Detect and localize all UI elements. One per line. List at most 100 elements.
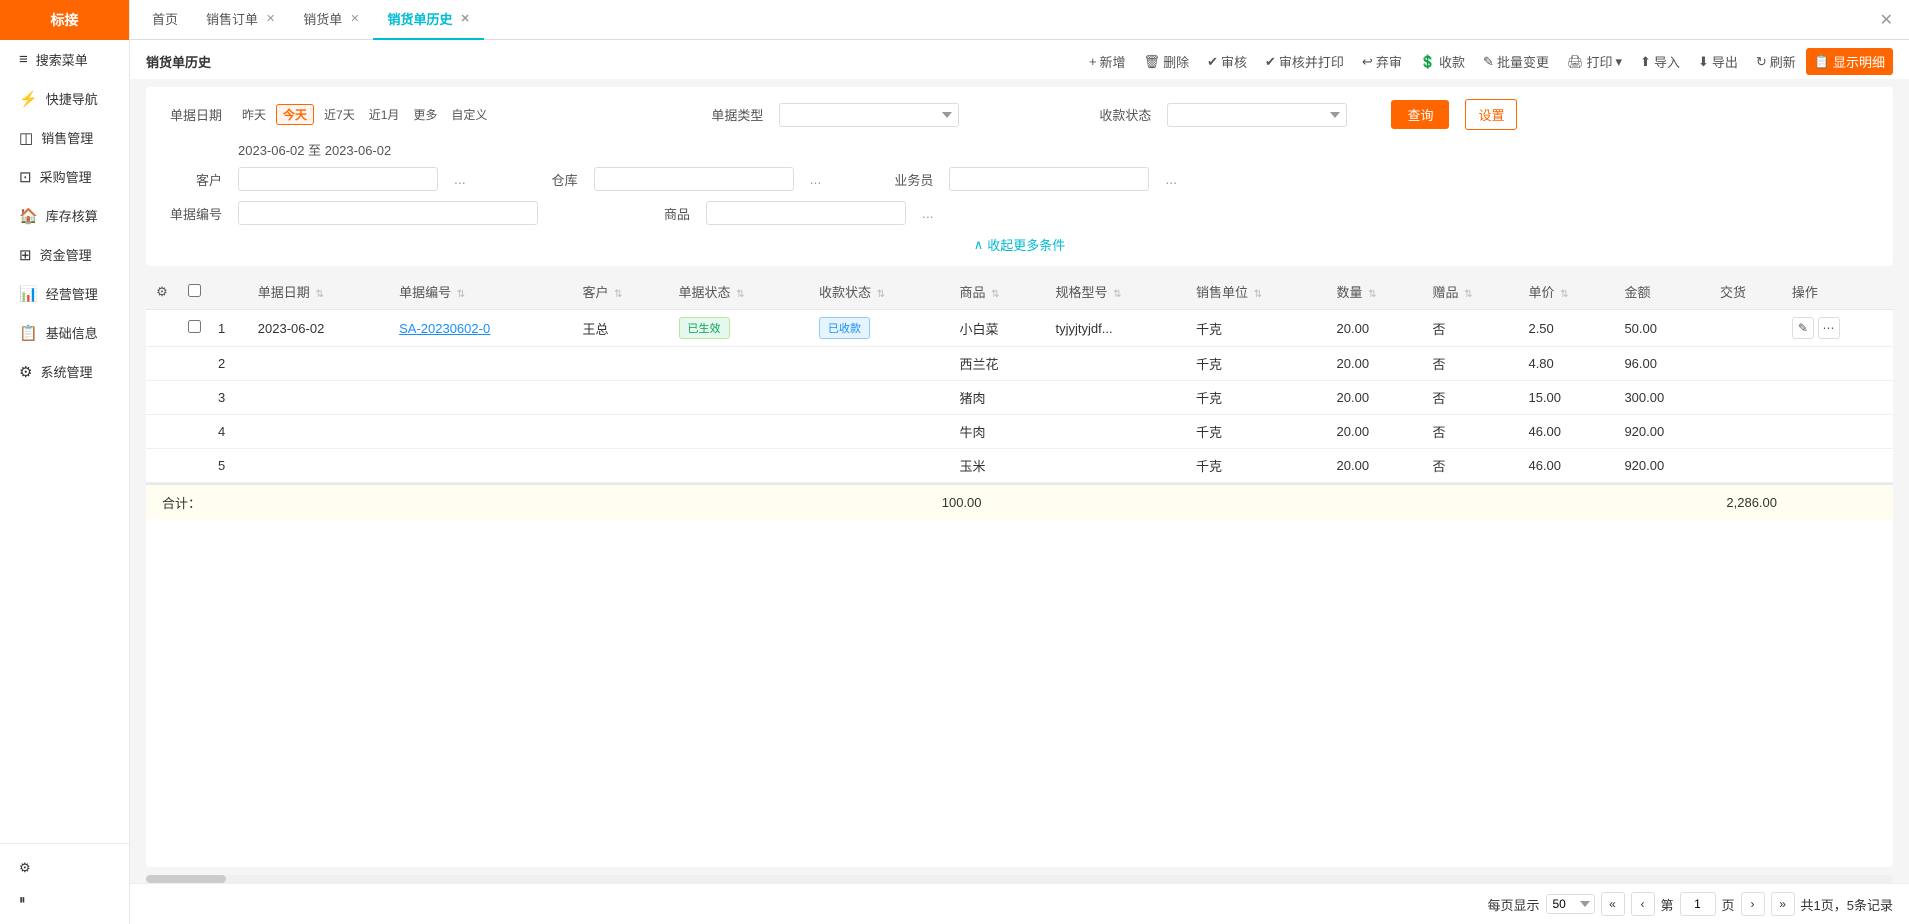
first-page-btn[interactable]: « xyxy=(1601,892,1625,916)
audit-print-button[interactable]: ✔ 审核并打印 xyxy=(1257,48,1352,75)
date-btn-last1m[interactable]: 近1月 xyxy=(365,104,404,125)
more-action-btn[interactable]: ⋯ xyxy=(1818,317,1840,339)
discard-button[interactable]: ↩ 弃审 xyxy=(1354,48,1410,75)
sidebar-item-label: 系统管理 xyxy=(40,362,92,381)
col-price-sort[interactable]: ⇅ xyxy=(1560,289,1568,300)
tab-sales-order[interactable]: 销售订单 ✕ xyxy=(192,0,289,40)
col-settings-icon[interactable]: ⚙ xyxy=(156,284,168,299)
close-sales-history-tab[interactable]: ✕ xyxy=(461,12,470,25)
col-goods-label: 商品 xyxy=(960,285,986,300)
sidebar-bottom-pause[interactable]: ⏸ xyxy=(0,884,129,916)
query-button[interactable]: 查询 xyxy=(1391,100,1449,129)
col-spec: 规格型号 ⇅ xyxy=(1048,274,1189,310)
collect-button[interactable]: 💲 收款 xyxy=(1412,48,1473,75)
last-page-btn[interactable]: » xyxy=(1771,892,1795,916)
col-collect-status-sort[interactable]: ⇅ xyxy=(877,289,885,300)
page-label: 第 xyxy=(1661,895,1674,914)
select-all-checkbox[interactable] xyxy=(188,284,201,297)
page-input[interactable] xyxy=(1680,892,1716,916)
settings-filter-button[interactable]: 设置 xyxy=(1465,99,1517,130)
print-button[interactable]: 🖨 打印 ▾ xyxy=(1559,48,1630,75)
sidebar-bottom-settings[interactable]: ⚙ xyxy=(0,852,129,884)
sidebar-item-system-mgmt[interactable]: ⚙ 系统管理 xyxy=(0,352,129,391)
tab-sales-history[interactable]: 销货单历史 ✕ xyxy=(373,0,483,40)
goods-input[interactable] xyxy=(706,201,906,225)
horizontal-scrollbar[interactable] xyxy=(146,875,1893,883)
sidebar-item-capital-mgmt[interactable]: ⊞ 资金管理 xyxy=(0,235,129,274)
row-doc-status xyxy=(671,347,812,381)
doc-no-input[interactable] xyxy=(238,201,538,225)
sidebar-item-search-menu[interactable]: ≡ 搜索菜单 xyxy=(0,40,129,79)
date-btn-custom[interactable]: 自定义 xyxy=(447,104,491,125)
row-gift: 否 xyxy=(1425,347,1521,381)
export-button[interactable]: ⬇ 导出 xyxy=(1690,48,1746,75)
row-checkbox[interactable] xyxy=(188,320,201,333)
salesperson-input[interactable] xyxy=(949,167,1149,191)
col-collect-status-label: 收款状态 xyxy=(819,285,871,300)
date-btn-yesterday[interactable]: 昨天 xyxy=(238,104,270,125)
col-doc-status-sort[interactable]: ⇅ xyxy=(736,289,744,300)
customer-input[interactable] xyxy=(238,167,438,191)
salesperson-dots[interactable]: ... xyxy=(1165,171,1177,187)
tab-sales-order-label: 销售订单 xyxy=(206,9,258,28)
row-checkbox-col xyxy=(178,415,210,449)
row-customer: 王总 xyxy=(575,310,671,347)
audit-button[interactable]: ✔ 审核 xyxy=(1199,48,1255,75)
row-doc-no xyxy=(391,347,574,381)
footer-total-qty: 100.00 xyxy=(790,495,990,510)
scrollbar-thumb[interactable] xyxy=(146,875,226,883)
customer-dots[interactable]: ... xyxy=(454,171,466,187)
refresh-button[interactable]: ↻ 刷新 xyxy=(1748,48,1804,75)
col-goods-sort[interactable]: ⇅ xyxy=(991,289,999,300)
doc-no-link[interactable]: SA-20230602-0 xyxy=(399,321,490,336)
sidebar-item-business-mgmt[interactable]: 📊 经营管理 xyxy=(0,274,129,313)
system-mgmt-icon: ⚙ xyxy=(19,363,32,381)
doc-type-select[interactable] xyxy=(779,103,959,127)
date-btn-today[interactable]: 今天 xyxy=(276,104,314,125)
row-collect-status xyxy=(811,381,952,415)
close-all-tabs[interactable]: ✕ xyxy=(1872,10,1901,30)
prev-page-btn[interactable]: ‹ xyxy=(1631,892,1655,916)
col-unit-sort[interactable]: ⇅ xyxy=(1254,289,1262,300)
pagination: 每页显示 50 100 200 « ‹ 第 页 › » 共1页，5条记录 xyxy=(130,883,1909,924)
warehouse-input[interactable] xyxy=(594,167,794,191)
sidebar-item-sales-mgmt[interactable]: ◫ 销售管理 xyxy=(0,118,129,157)
warehouse-dots[interactable]: ... xyxy=(810,171,822,187)
page-size-select[interactable]: 50 100 200 xyxy=(1546,894,1595,914)
row-qty: 20.00 xyxy=(1329,381,1425,415)
sidebar-item-purchase-mgmt[interactable]: ⊡ 采购管理 xyxy=(0,157,129,196)
sidebar-item-inventory[interactable]: 🏠 库存核算 xyxy=(0,196,129,235)
show-detail-button[interactable]: 📋 显示明细 xyxy=(1806,48,1893,75)
date-btn-more[interactable]: 更多 xyxy=(409,104,441,125)
table-footer: 合计： 100.00 2,286.00 xyxy=(146,483,1893,520)
row-trade xyxy=(1712,310,1784,347)
col-spec-sort[interactable]: ⇅ xyxy=(1113,289,1121,300)
tab-home[interactable]: 首页 xyxy=(138,0,192,40)
date-btn-last7[interactable]: 近7天 xyxy=(320,104,359,125)
close-sales-order-tab[interactable]: ✕ xyxy=(266,12,275,25)
col-doc-no-sort[interactable]: ⇅ xyxy=(457,289,465,300)
sidebar: 标接 ≡ 搜索菜单 ⚡ 快捷导航 ◫ 销售管理 ⊡ 采购管理 🏠 库存核算 ⊞ … xyxy=(0,0,130,924)
row-spec xyxy=(1048,381,1189,415)
query-label: 查询 xyxy=(1407,105,1433,124)
col-checkbox xyxy=(178,274,210,310)
tab-sales-delivery[interactable]: 销货单 ✕ xyxy=(289,0,373,40)
import-button[interactable]: ⬆ 导入 xyxy=(1632,48,1688,75)
sidebar-item-quick-nav[interactable]: ⚡ 快捷导航 xyxy=(0,79,129,118)
edit-action-btn[interactable]: ✎ xyxy=(1792,317,1814,339)
delete-button[interactable]: 🗑 删除 xyxy=(1136,48,1198,75)
row-checkbox-col xyxy=(178,310,210,347)
new-button[interactable]: + 新增 xyxy=(1081,48,1134,75)
collect-status-select[interactable] xyxy=(1167,103,1347,127)
col-qty-sort[interactable]: ⇅ xyxy=(1368,289,1376,300)
col-customer-sort[interactable]: ⇅ xyxy=(614,289,622,300)
col-gift-sort[interactable]: ⇅ xyxy=(1464,289,1472,300)
close-sales-delivery-tab[interactable]: ✕ xyxy=(350,12,359,25)
basic-info-icon: 📋 xyxy=(19,324,38,342)
sidebar-item-basic-info[interactable]: 📋 基础信息 xyxy=(0,313,129,352)
goods-dots[interactable]: ... xyxy=(922,205,934,221)
batch-change-button[interactable]: ✎ 批量变更 xyxy=(1475,48,1557,75)
next-page-btn[interactable]: › xyxy=(1741,892,1765,916)
collapse-btn[interactable]: ∧ 收起更多条件 xyxy=(162,235,1877,254)
col-doc-date-sort[interactable]: ⇅ xyxy=(315,289,323,300)
